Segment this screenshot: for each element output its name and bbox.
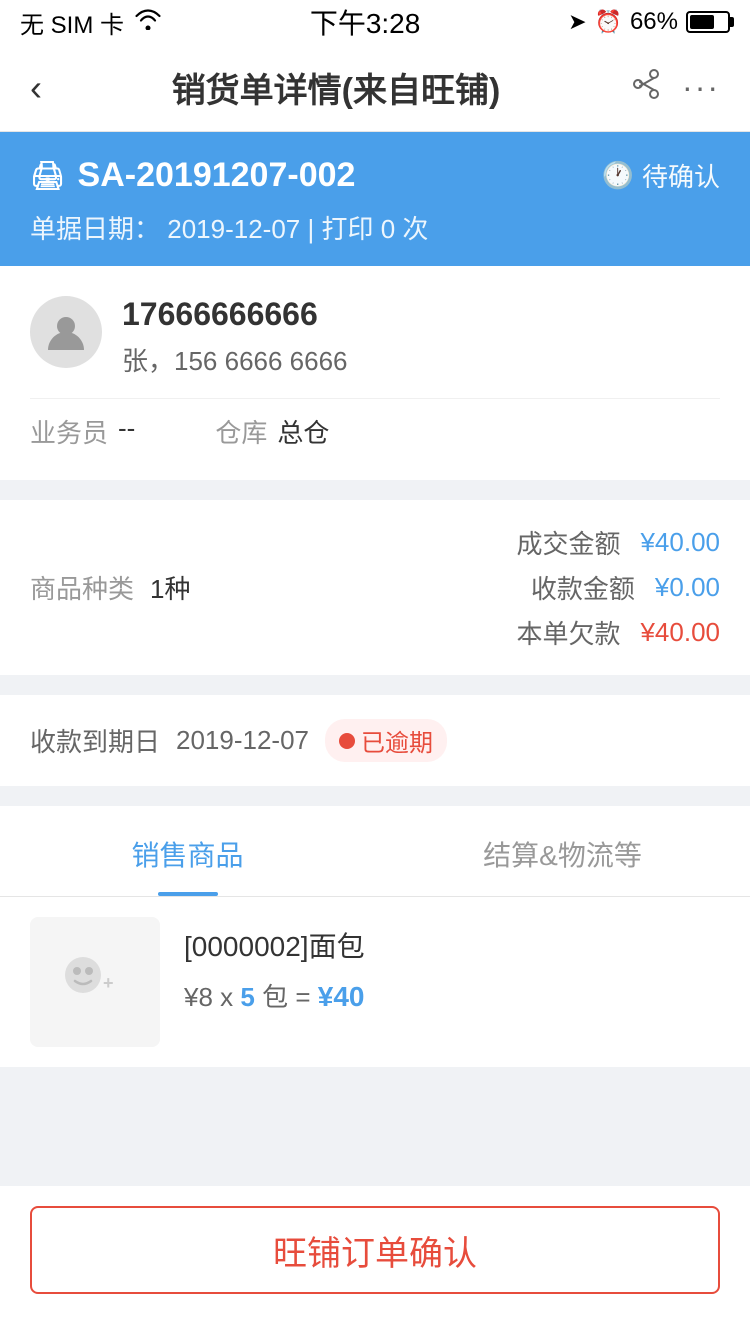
unit-text: 包 [262, 982, 288, 1012]
summary-row: 商品种类 1种 成交金额 ¥40.00 收款金额 ¥0.00 本单欠款 ¥40.… [30, 524, 720, 651]
date-label: 单据日期： [30, 214, 160, 244]
tabs-header: 销售商品 结算&物流等 [0, 806, 750, 897]
status-clock-icon: 🕐 [602, 160, 634, 191]
battery-fill [690, 15, 714, 29]
product-logo-icon: + [55, 947, 135, 1018]
more-button[interactable]: ··· [682, 69, 720, 106]
share-button[interactable] [630, 68, 662, 108]
customer-info-row: 17666666666 张，156 6666 6666 [30, 296, 720, 378]
location-icon: ➤ [568, 9, 586, 35]
customer-details: 17666666666 张，156 6666 6666 [122, 296, 720, 378]
order-id-text: SA-20191207-002 [78, 156, 356, 195]
product-total: ¥40 [318, 981, 365, 1012]
owed-label: 本单欠款 [516, 614, 620, 651]
print-unit: 次 [402, 214, 428, 244]
times-sign: x [220, 982, 240, 1012]
warehouse-label: 仓库 [215, 413, 267, 450]
print-count: 0 [381, 214, 395, 244]
product-image: + [30, 917, 160, 1047]
type-value: 1种 [150, 569, 190, 606]
unit-price: ¥8 [184, 982, 213, 1012]
battery-icon [686, 11, 730, 33]
svg-text:+: + [103, 973, 114, 993]
summary-left: 商品种类 1种 [30, 569, 190, 606]
customer-phone: 17666666666 [122, 296, 720, 333]
product-list: + [0000002]面包 ¥8 x 5 包 = ¥40 [0, 897, 750, 1067]
nav-bar: ‹ 销货单详情(来自旺铺) ··· [0, 44, 750, 132]
product-details: [0000002]面包 ¥8 x 5 包 = ¥40 [184, 917, 720, 1014]
battery-tip [730, 17, 734, 27]
product-item: + [0000002]面包 ¥8 x 5 包 = ¥40 [30, 917, 720, 1047]
order-date-line: 单据日期： 2019-12-07 | 打印 0 次 [30, 209, 720, 246]
product-quantity: 5 [240, 982, 254, 1012]
salesperson-item: 业务员 -- [30, 413, 135, 450]
salesperson-label: 业务员 [30, 413, 108, 450]
order-status: 🕐 待确认 [602, 157, 720, 194]
customer-avatar [30, 296, 102, 368]
tabs-section: 销售商品 结算&物流等 [0, 806, 750, 897]
due-date-label: 收款到期日 [30, 722, 160, 759]
status-bar-left: 无 SIM 卡 [20, 5, 162, 40]
status-bar: 无 SIM 卡 下午3:28 ➤ ⏰ 66% [0, 0, 750, 44]
battery-percentage: 66% [630, 8, 678, 36]
nav-actions: ··· [630, 68, 720, 108]
customer-meta: 业务员 -- 仓库 总仓 [30, 398, 720, 450]
confirm-order-button[interactable]: 旺铺订单确认 [30, 1206, 720, 1294]
amount-value: ¥40.00 [640, 527, 720, 558]
order-header-card: 🖨 SA-20191207-002 🕐 待确认 单据日期： 2019-12-07… [0, 132, 750, 266]
type-label: 商品种类 [30, 569, 134, 606]
owed-value: ¥40.00 [640, 617, 720, 648]
order-id-icon: 🖨 [30, 159, 66, 192]
customer-section: 17666666666 张，156 6666 6666 业务员 -- 仓库 总仓 [0, 266, 750, 480]
customer-name-phone: 张，156 6666 6666 [122, 341, 720, 378]
wifi-icon [134, 8, 162, 37]
order-id: 🖨 SA-20191207-002 [30, 156, 355, 195]
due-date-section: 收款到期日 2019-12-07 已逾期 [0, 695, 750, 786]
overdue-text: 已逾期 [361, 723, 433, 758]
overdue-badge: 已逾期 [325, 719, 447, 762]
tab-settlement[interactable]: 结算&物流等 [375, 806, 750, 896]
received-label: 收款金额 [531, 569, 635, 606]
page-title: 销货单详情(来自旺铺) [172, 63, 501, 112]
overdue-dot-icon [339, 733, 355, 749]
product-price: ¥8 x 5 包 = ¥40 [184, 977, 720, 1014]
warehouse-item: 仓库 总仓 [215, 413, 329, 450]
owed-item: 本单欠款 ¥40.00 [516, 614, 720, 651]
summary-right: 成交金额 ¥40.00 收款金额 ¥0.00 本单欠款 ¥40.00 [516, 524, 720, 651]
product-name: [0000002]面包 [184, 925, 720, 965]
status-bar-time: 下午3:28 [310, 2, 421, 42]
received-value: ¥0.00 [655, 572, 720, 603]
alarm-icon: ⏰ [595, 9, 622, 35]
amount-label: 成交金额 [516, 524, 620, 561]
summary-section: 商品种类 1种 成交金额 ¥40.00 收款金额 ¥0.00 本单欠款 ¥40.… [0, 500, 750, 675]
amount-item: 成交金额 ¥40.00 [516, 524, 720, 561]
warehouse-value: 总仓 [277, 413, 329, 450]
received-item: 收款金额 ¥0.00 [531, 569, 720, 606]
carrier-text: 无 SIM 卡 [20, 5, 124, 40]
order-header-top: 🖨 SA-20191207-002 🕐 待确认 [30, 156, 720, 195]
status-text: 待确认 [642, 157, 720, 194]
status-bar-right: ➤ ⏰ 66% [568, 8, 730, 36]
equals-sign: = [295, 982, 317, 1012]
tab-sales-goods[interactable]: 销售商品 [0, 806, 375, 896]
salesperson-value: -- [118, 413, 135, 450]
order-date: 2019-12-07 [167, 214, 300, 244]
print-label: | 打印 [307, 214, 380, 244]
due-date-value: 2019-12-07 [176, 725, 309, 756]
bottom-bar: 旺铺订单确认 [0, 1186, 750, 1334]
back-button[interactable]: ‹ [30, 67, 42, 109]
